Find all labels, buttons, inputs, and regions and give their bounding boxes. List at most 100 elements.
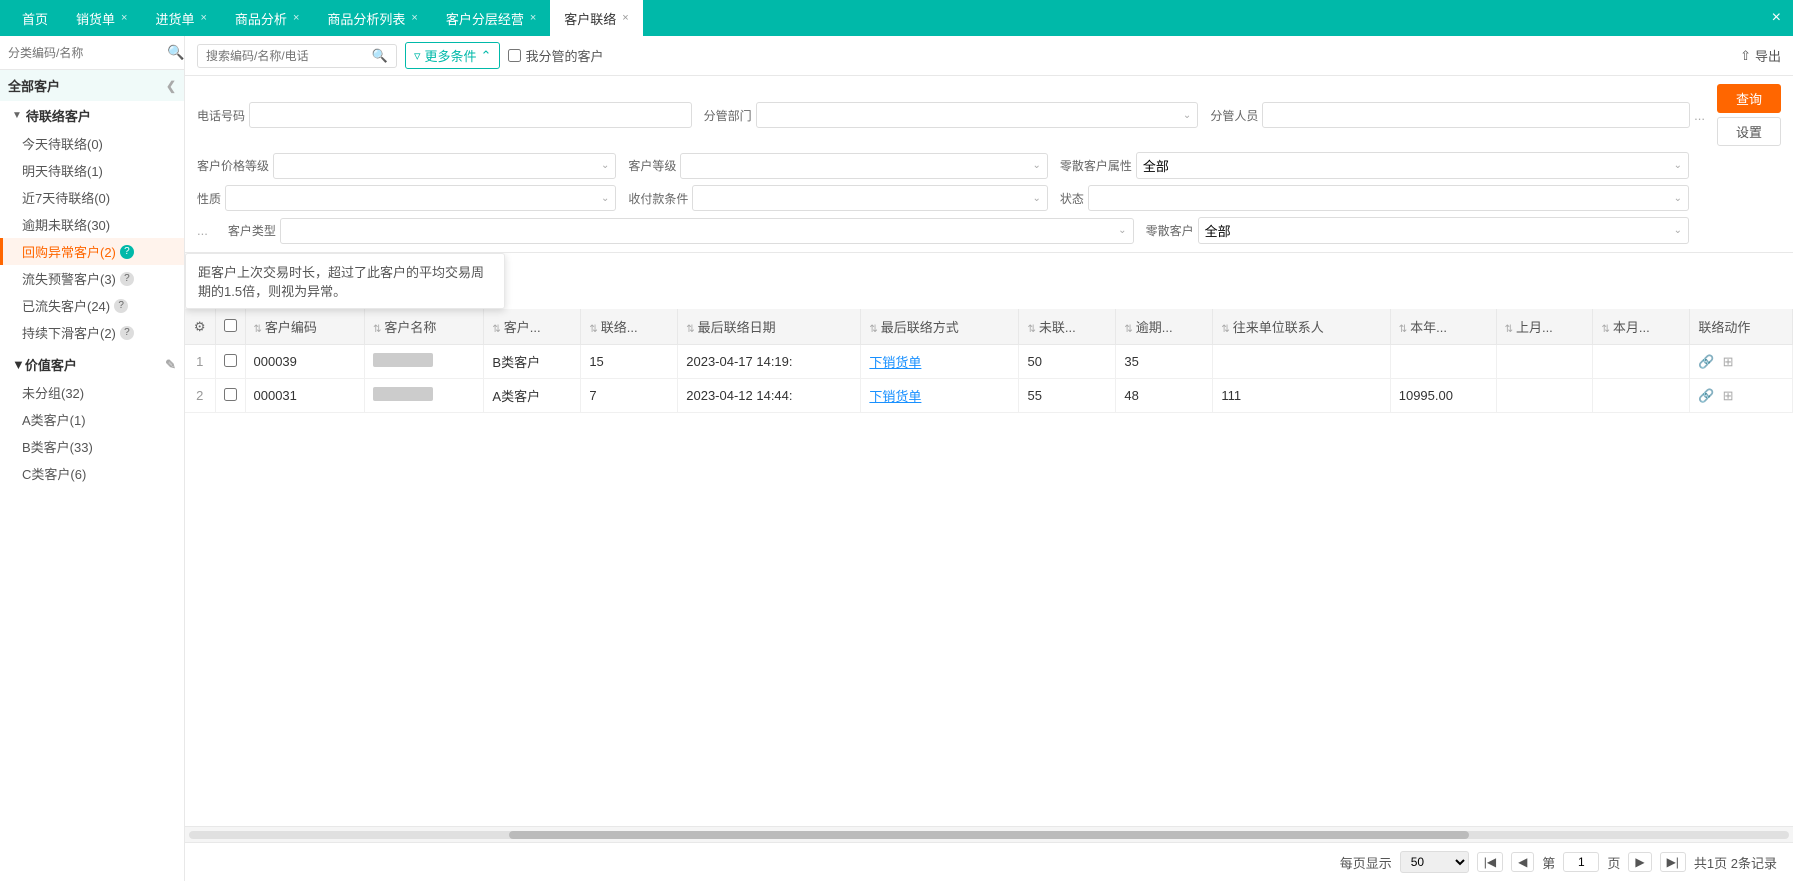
- nav-customer-contact-close[interactable]: ×: [622, 12, 628, 24]
- col-overdue[interactable]: 逾期...: [1116, 309, 1213, 345]
- sidebar-item-today[interactable]: 今天待联络(0): [0, 130, 184, 157]
- col-last-month[interactable]: 上月...: [1496, 309, 1593, 345]
- row-1-checkbox[interactable]: [224, 354, 237, 367]
- page-size-select[interactable]: 50 20 100: [1400, 851, 1469, 873]
- person-dots[interactable]: ...: [1694, 108, 1705, 123]
- row-1-checkbox-cell[interactable]: [215, 345, 245, 379]
- more-conditions-btn[interactable]: ▿ 更多条件 ⌃: [405, 42, 500, 69]
- row-1-link-icon[interactable]: 🔗: [1698, 354, 1714, 370]
- first-page-btn[interactable]: |◀: [1477, 852, 1503, 872]
- nav-customer-tier-close[interactable]: ×: [530, 12, 536, 24]
- nav-product-analysis-close[interactable]: ×: [293, 12, 299, 24]
- sidebar-item-overdue[interactable]: 逾期未联络(30): [0, 211, 184, 238]
- col-name[interactable]: 客户名称: [364, 309, 483, 345]
- row-2-grid-icon[interactable]: ⊞: [1723, 388, 1734, 404]
- col-last-date[interactable]: 最后联络日期: [678, 309, 861, 345]
- query-button[interactable]: 查询: [1717, 84, 1781, 113]
- nav-purchase-order[interactable]: 进货单 ×: [141, 0, 220, 36]
- sidebar-collapse-btn[interactable]: ❮: [166, 79, 176, 93]
- col-this-year[interactable]: 本年...: [1390, 309, 1496, 345]
- sidebar-item-7days[interactable]: 近7天待联络(0): [0, 184, 184, 211]
- table-row: 1 000039 B类客户 15 2023-04-17 14:19: 下销货单 …: [185, 345, 1793, 379]
- sidebar-item-class-b[interactable]: B类客户(33): [0, 433, 184, 460]
- sidebar-item-class-a[interactable]: A类客户(1): [0, 406, 184, 433]
- col-this-month[interactable]: 本月...: [1593, 309, 1690, 345]
- main-search-icon[interactable]: 🔍: [372, 48, 388, 64]
- lost-hint-icon[interactable]: ?: [114, 299, 128, 313]
- nav-product-analysis[interactable]: 商品分析 ×: [221, 0, 313, 36]
- row-1-name: [364, 345, 483, 379]
- sidebar-search-icon[interactable]: 🔍: [167, 44, 184, 61]
- col-cust-type[interactable]: 客户...: [484, 309, 581, 345]
- row-2-checkbox-cell[interactable]: [215, 379, 245, 413]
- nav-home[interactable]: 首页: [8, 0, 62, 36]
- sidebar-item-lost[interactable]: 已流失客户(24) ?: [0, 292, 184, 319]
- row-1-grid-icon[interactable]: ⊞: [1723, 354, 1734, 370]
- cust-grade-input[interactable]: ⌄: [680, 153, 1047, 179]
- scroll-thumb[interactable]: [509, 831, 1469, 839]
- sidebar-item-declining[interactable]: 持续下滑客户(2) ?: [0, 319, 184, 346]
- scroll-track[interactable]: [189, 831, 1789, 839]
- payment-input[interactable]: ⌄: [692, 185, 1047, 211]
- export-button[interactable]: ⇧ 导出: [1740, 46, 1781, 65]
- sidebar-item-ungroup[interactable]: 未分组(32): [0, 379, 184, 406]
- cust-grade-arrow: ⌄: [1032, 160, 1040, 171]
- value-group-edit-icon[interactable]: ✎: [165, 357, 176, 373]
- abnormal-hint-icon[interactable]: ?: [120, 245, 134, 259]
- filter-row-3: 性质 ⌄ 收付款条件 ⌄ 状态: [197, 185, 1781, 211]
- status-input[interactable]: ⌄: [1088, 185, 1689, 211]
- declining-hint-icon[interactable]: ?: [120, 326, 134, 340]
- sidebar-search-input[interactable]: [8, 46, 163, 60]
- prev-page-btn[interactable]: ◀: [1511, 852, 1534, 872]
- nav-customer-tier[interactable]: 客户分层经营 ×: [432, 0, 550, 36]
- main-search-input[interactable]: [206, 49, 372, 63]
- loss-warning-hint-icon[interactable]: ?: [120, 272, 134, 286]
- nav-purchase-order-close[interactable]: ×: [200, 12, 206, 24]
- col-code[interactable]: 客户编码: [245, 309, 364, 345]
- page-input[interactable]: [1563, 852, 1599, 872]
- phone-input[interactable]: [249, 102, 692, 128]
- col-contact-person[interactable]: 往来单位联系人: [1213, 309, 1390, 345]
- col-contact-count[interactable]: 联络...: [581, 309, 678, 345]
- settings-button[interactable]: 设置: [1717, 117, 1781, 146]
- sidebar-item-abnormal[interactable]: 回购异常客户(2) ?: [0, 238, 184, 265]
- row-1-last-method[interactable]: 下销货单: [861, 345, 1019, 379]
- cust-type-input[interactable]: ⌄: [280, 218, 1134, 244]
- select-all-checkbox[interactable]: [224, 319, 237, 332]
- price-grade-input[interactable]: ⌄: [273, 153, 616, 179]
- table-select-all-header[interactable]: [215, 309, 245, 345]
- col-last-method[interactable]: 最后联络方式: [861, 309, 1019, 345]
- customer-table: ⚙ 客户编码 客户名称 客户... 联络... 最后联络日期 最后联络方式 未联…: [185, 309, 1793, 413]
- sidebar-all-customers-header[interactable]: 全部客户 ❮: [0, 70, 184, 101]
- nature-input[interactable]: ⌄: [225, 185, 616, 211]
- nav-sales-order[interactable]: 销货单 ×: [62, 0, 141, 36]
- row-2-checkbox[interactable]: [224, 388, 237, 401]
- horizontal-scrollbar[interactable]: [185, 826, 1793, 842]
- pending-group-arrow: ▼: [12, 110, 22, 121]
- sidebar-item-class-c[interactable]: C类客户(6): [0, 460, 184, 487]
- nav-product-analysis-list[interactable]: 商品分析列表 ×: [313, 0, 431, 36]
- retail-cust-input[interactable]: 全部 ⌄: [1198, 217, 1689, 244]
- last-page-btn[interactable]: ▶|: [1660, 852, 1686, 872]
- retail-attr-input[interactable]: 全部 ⌄: [1136, 152, 1689, 179]
- row4-dots[interactable]: ...: [197, 223, 208, 238]
- nav-customer-contact[interactable]: 客户联络 ×: [550, 0, 642, 36]
- nav-product-analysis-list-close[interactable]: ×: [411, 12, 417, 24]
- nav-sales-order-close[interactable]: ×: [121, 12, 127, 24]
- filter-row-1: 电话号码 分管部门 ⌄ 分管人员: [197, 84, 1781, 146]
- sidebar-item-loss-warning[interactable]: 流失预警客户(3) ?: [0, 265, 184, 292]
- sidebar-value-group[interactable]: ▼ 价值客户 ✎: [0, 350, 184, 379]
- col-uncontacted[interactable]: 未联...: [1019, 309, 1116, 345]
- person-input[interactable]: [1262, 102, 1690, 128]
- sidebar-pending-group[interactable]: ▼ 待联络客户: [0, 101, 184, 130]
- row-1-last-date: 2023-04-17 14:19:: [678, 345, 861, 379]
- my-customer-checkbox[interactable]: [508, 49, 521, 62]
- dept-input[interactable]: ⌄: [756, 102, 1199, 128]
- sidebar-item-tomorrow[interactable]: 明天待联络(1): [0, 157, 184, 184]
- my-customer-checkbox-area[interactable]: 我分管的客户: [508, 46, 603, 65]
- next-page-btn[interactable]: ▶: [1628, 852, 1651, 872]
- window-close-button[interactable]: ×: [1772, 9, 1781, 27]
- row-2-link-icon[interactable]: 🔗: [1698, 388, 1714, 404]
- row-2-last-method[interactable]: 下销货单: [861, 379, 1019, 413]
- table-settings-icon[interactable]: ⚙: [185, 309, 215, 345]
